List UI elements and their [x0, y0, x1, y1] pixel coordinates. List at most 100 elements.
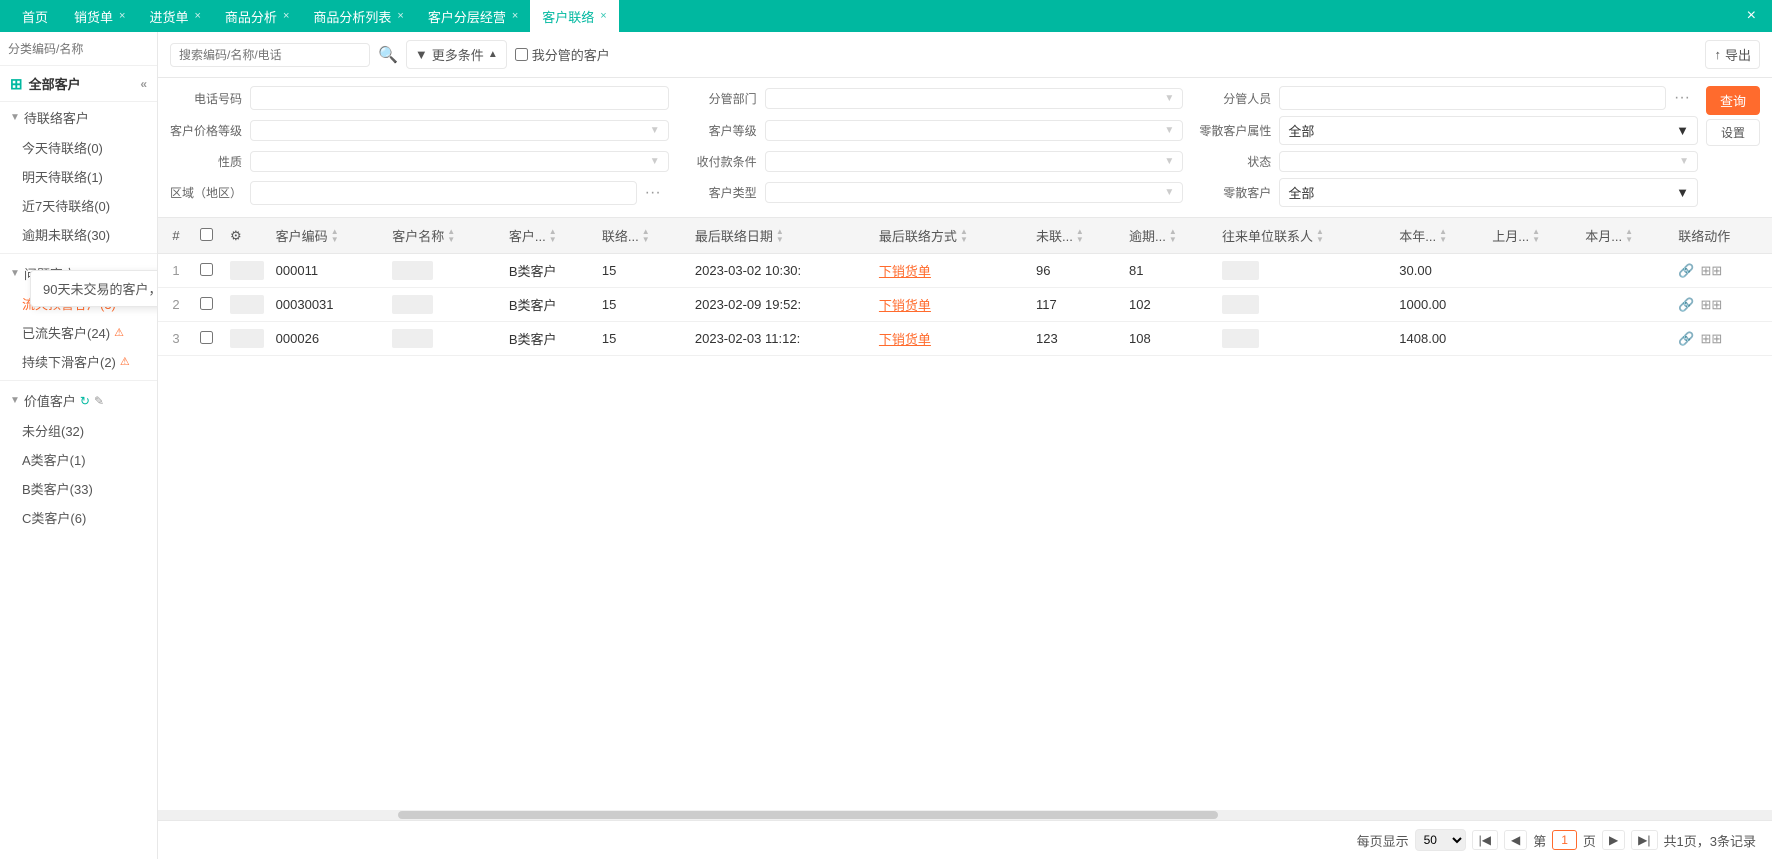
adv-select-payment[interactable]: ▼ — [765, 151, 1184, 172]
nav-home[interactable]: 首页 — [8, 0, 62, 32]
table-scrollbar[interactable] — [158, 810, 1772, 820]
query-button[interactable]: 查询 — [1706, 86, 1760, 115]
th-name[interactable]: 客户名称 ▲▼ — [386, 218, 503, 254]
sidebar-search-input[interactable] — [8, 42, 158, 56]
th-this-month[interactable]: 本月... ▲▼ — [1579, 218, 1672, 254]
tab-sales-order-close[interactable]: × — [119, 10, 125, 22]
tab-product-analysis-list-close[interactable]: × — [397, 10, 403, 22]
row-checkbox-2[interactable] — [200, 331, 213, 344]
th-settings[interactable]: ⚙ — [224, 218, 270, 254]
sort-last-method[interactable]: 最后联络方式 ▲▼ — [879, 226, 968, 245]
cell-last-method[interactable]: 下销货单 — [873, 322, 1030, 356]
tab-customer-contact[interactable]: 客户联络 × — [530, 0, 618, 32]
window-close-button[interactable]: × — [1739, 7, 1764, 25]
th-unit-contact[interactable]: 往来单位联系人 ▲▼ — [1216, 218, 1393, 254]
sidebar-item-churned[interactable]: 已流失客户(24) ⚠ — [0, 318, 157, 347]
sidebar-item-today[interactable]: 今天待联络(0) — [0, 133, 157, 162]
sidebar-item-tomorrow[interactable]: 明天待联络(1) — [0, 162, 157, 191]
sort-this-month[interactable]: 本月... ▲▼ — [1585, 226, 1633, 245]
my-customers-checkbox[interactable] — [515, 48, 528, 61]
sidebar-item-declining[interactable]: 持续下滑客户(2) ⚠ — [0, 347, 157, 376]
sidebar-item-class-a[interactable]: A类客户(1) — [0, 445, 157, 474]
sort-overdue[interactable]: 逾期... ▲▼ — [1129, 226, 1177, 245]
th-uncontacted[interactable]: 未联... ▲▼ — [1030, 218, 1123, 254]
export-button[interactable]: ↑ 导出 — [1705, 40, 1760, 69]
action-contact-icon[interactable]: 🔗 — [1678, 331, 1694, 347]
th-code[interactable]: 客户编码 ▲▼ — [270, 218, 387, 254]
sidebar-collapse-icon[interactable]: « — [140, 77, 147, 91]
sort-uncontacted[interactable]: 未联... ▲▼ — [1036, 226, 1084, 245]
sidebar-item-class-b[interactable]: B类客户(33) — [0, 474, 157, 503]
sidebar-item-overdue[interactable]: 逾期未联络(30) — [0, 220, 157, 249]
cell-checkbox[interactable] — [194, 254, 224, 288]
sort-name[interactable]: 客户名称 ▲▼ — [392, 226, 455, 245]
sort-last-date[interactable]: 最后联络日期 ▲▼ — [695, 226, 784, 245]
settings-button[interactable]: 设置 — [1706, 119, 1760, 146]
sidebar-item-ungrouped[interactable]: 未分组(32) — [0, 416, 157, 445]
adv-input-region[interactable] — [250, 181, 637, 205]
cell-checkbox[interactable] — [194, 288, 224, 322]
sort-this-year[interactable]: 本年... ▲▼ — [1399, 226, 1447, 245]
adv-select-zero-customer[interactable]: 全部 ▼ — [1279, 178, 1698, 207]
tab-product-analysis-list[interactable]: 商品分析列表 × — [301, 0, 415, 32]
th-this-year[interactable]: 本年... ▲▼ — [1393, 218, 1486, 254]
sort-type[interactable]: 客户... ▲▼ — [509, 226, 557, 245]
adv-select-dept[interactable]: ▼ — [765, 88, 1184, 109]
adv-input-phone[interactable] — [250, 86, 669, 110]
adv-select-customer-type[interactable]: ▼ — [765, 182, 1184, 203]
cell-link-method[interactable]: 下销货单 — [879, 298, 931, 313]
action-more-icon[interactable]: ⊞⊞ — [1700, 263, 1722, 279]
sort-last-month[interactable]: 上月... ▲▼ — [1492, 226, 1540, 245]
th-last-month[interactable]: 上月... ▲▼ — [1486, 218, 1579, 254]
action-more-icon[interactable]: ⊞⊞ — [1700, 297, 1722, 313]
tab-product-analysis[interactable]: 商品分析 × — [213, 0, 301, 32]
scrollbar-thumb[interactable] — [398, 811, 1218, 819]
adv-select-status[interactable]: ▼ — [1279, 151, 1698, 172]
tab-customer-segmentation[interactable]: 客户分层经营 × — [416, 0, 530, 32]
value-edit-icon[interactable]: ✎ — [94, 394, 104, 408]
cell-last-method[interactable]: 下销货单 — [873, 288, 1030, 322]
filter-more-conditions-button[interactable]: ▼ 更多条件 ▲ — [406, 40, 507, 69]
pg-prev-button[interactable]: ◀ — [1504, 830, 1527, 850]
sort-contact[interactable]: 联络... ▲▼ — [602, 226, 650, 245]
action-contact-icon[interactable]: 🔗 — [1678, 297, 1694, 313]
row-checkbox-1[interactable] — [200, 297, 213, 310]
table-select-all-checkbox[interactable] — [200, 228, 213, 241]
page-size-select[interactable]: 50 20 100 — [1415, 829, 1466, 851]
filter-search-button[interactable]: 🔍 — [378, 45, 398, 65]
th-last-method[interactable]: 最后联络方式 ▲▼ — [873, 218, 1030, 254]
pg-next-button[interactable]: ▶ — [1602, 830, 1625, 850]
sidebar-item-class-c[interactable]: C类客户(6) — [0, 503, 157, 532]
pg-first-button[interactable]: |◀ — [1472, 830, 1498, 850]
tab-product-analysis-close[interactable]: × — [283, 10, 289, 22]
adv-select-price-grade[interactable]: ▼ — [250, 120, 669, 141]
row-checkbox-0[interactable] — [200, 263, 213, 276]
my-customers-checkbox-label[interactable]: 我分管的客户 — [515, 45, 610, 64]
sidebar-group-value-title[interactable]: ▼ 价值客户 ↻ ✎ — [0, 385, 157, 416]
sidebar-group-pending-title[interactable]: ▼ 待联络客户 — [0, 102, 157, 133]
adv-select-nature[interactable]: ▼ — [250, 151, 669, 172]
filter-search-input[interactable] — [170, 43, 370, 67]
adv-input-manager[interactable] — [1279, 86, 1666, 110]
manager-more-button[interactable]: ··· — [1666, 89, 1698, 107]
pg-last-button[interactable]: ▶| — [1631, 830, 1657, 850]
cell-checkbox[interactable] — [194, 322, 224, 356]
region-more-button[interactable]: ··· — [637, 184, 669, 202]
tab-customer-contact-close[interactable]: × — [600, 10, 606, 22]
tab-purchase-order[interactable]: 进货单 × — [137, 0, 212, 32]
sidebar-item-7days[interactable]: 近7天待联络(0) — [0, 191, 157, 220]
th-overdue[interactable]: 逾期... ▲▼ — [1123, 218, 1216, 254]
cell-link-method[interactable]: 下销货单 — [879, 332, 931, 347]
tab-purchase-close[interactable]: × — [194, 10, 200, 22]
th-last-date[interactable]: 最后联络日期 ▲▼ — [689, 218, 873, 254]
th-type[interactable]: 客户... ▲▼ — [503, 218, 596, 254]
tab-sales-order[interactable]: 销货单 × — [62, 0, 137, 32]
value-refresh-icon[interactable]: ↻ — [80, 394, 90, 408]
tab-customer-seg-close[interactable]: × — [512, 10, 518, 22]
th-contact[interactable]: 联络... ▲▼ — [596, 218, 689, 254]
sort-code[interactable]: 客户编码 ▲▼ — [276, 226, 339, 245]
adv-select-zero-attr[interactable]: 全部 ▼ — [1279, 116, 1698, 145]
action-more-icon[interactable]: ⊞⊞ — [1700, 331, 1722, 347]
sort-unit-contact[interactable]: 往来单位联系人 ▲▼ — [1222, 226, 1324, 245]
adv-select-customer-grade[interactable]: ▼ — [765, 120, 1184, 141]
